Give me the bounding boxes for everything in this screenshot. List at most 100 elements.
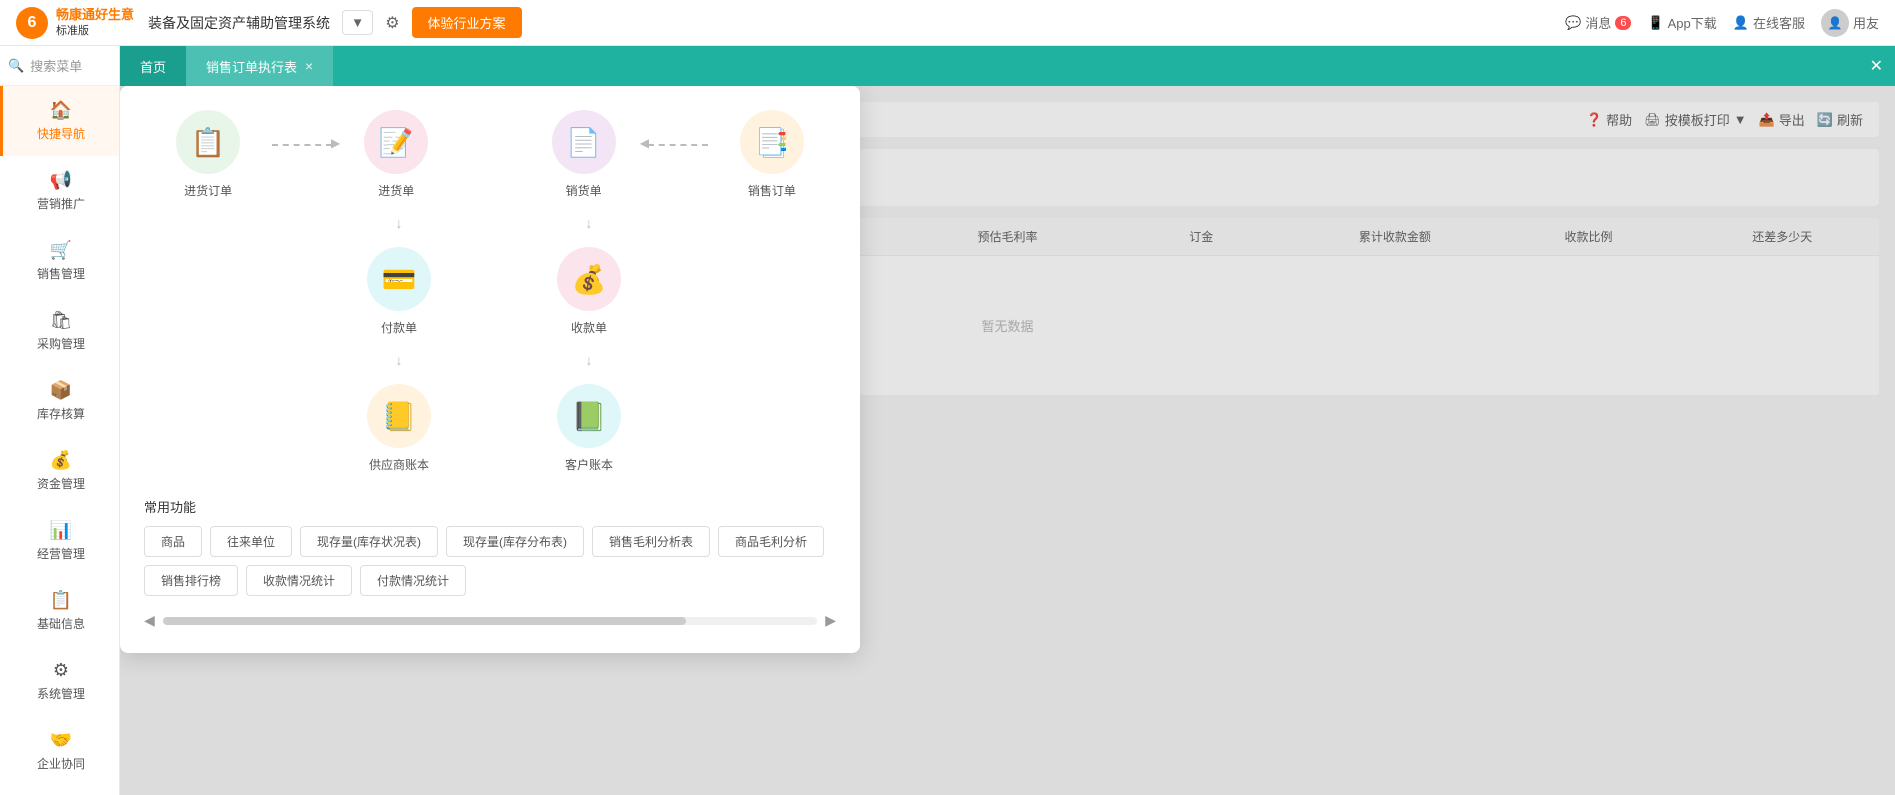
operations-icon: 📊 <box>50 520 72 541</box>
func-btn-receipt-stats[interactable]: 收款情况统计 <box>246 565 352 596</box>
flow-node-supplier-ledger[interactable]: 📒 供应商账本 <box>334 384 464 473</box>
tab-sales-order[interactable]: 销售订单执行表 × <box>186 46 333 86</box>
flow-node-receipt-bill[interactable]: 💰 收款单 <box>524 247 654 336</box>
sidebar-item-purchase[interactable]: 🛍 采购管理 <box>0 296 119 366</box>
arrow-purchase-order-to-bill <box>272 144 332 146</box>
flow-node-purchase-bill[interactable]: 📝 进货单 <box>332 110 460 199</box>
tab-close-global-icon[interactable]: ✕ <box>1870 56 1883 76</box>
system-dropdown[interactable]: ▼ <box>342 10 373 35</box>
func-btn-stock-status[interactable]: 现存量(库存状况表) <box>300 526 438 557</box>
func-btn-payment-stats[interactable]: 付款情况统计 <box>360 565 466 596</box>
tab-close-icon[interactable]: × <box>305 58 313 74</box>
func-btn-sales-rank[interactable]: 销售排行榜 <box>144 565 238 596</box>
flow-node-purchase-order[interactable]: 📋 进货订单 <box>144 110 272 199</box>
customer-ledger-icon: 📗 <box>557 384 621 448</box>
logo-icon: 6 <box>16 7 48 39</box>
home-icon: 🏠 <box>50 100 72 121</box>
purchase-bill-icon: 📝 <box>364 110 428 174</box>
func-btn-product[interactable]: 商品 <box>144 526 202 557</box>
down-arrow-receipt: ↓ <box>586 352 593 368</box>
app-download-button[interactable]: 📱 App下载 <box>1647 13 1716 32</box>
arrow-sales-order-to-bill <box>648 144 708 146</box>
message-badge: 6 <box>1615 16 1631 30</box>
tab-bar: 首页 销售订单执行表 × ✕ <box>120 46 1895 86</box>
flow-area: 📋 进货订单 📝 <box>144 110 836 473</box>
flow-node-sales-order[interactable]: 📑 销售订单 <box>708 110 836 199</box>
down-arrow-payment: ↓ <box>396 352 403 368</box>
down-arrow-sales-bill: ↓ <box>586 215 593 231</box>
service-icon: 👤 <box>1733 15 1749 31</box>
purchase-order-icon: 📋 <box>176 110 240 174</box>
sidebar-item-sys-manage[interactable]: ⚙ 系统管理 <box>0 646 119 716</box>
main-area: 🔍 搜索菜单 🏠 快捷导航 📢 营销推广 🛒 销售管理 🛍 采购管理 📦 <box>0 46 1895 795</box>
sys-manage-icon: ⚙ <box>53 660 69 681</box>
basic-info-icon: 📋 <box>50 590 72 611</box>
trial-button[interactable]: 体验行业方案 <box>412 7 522 38</box>
flow-row-2: 💳 付款单 💰 收款单 <box>144 247 836 336</box>
flow-node-payment-bill[interactable]: 💳 付款单 <box>334 247 464 336</box>
flow-node-customer-ledger[interactable]: 📗 客户账本 <box>524 384 654 473</box>
flow-row-arrows: ↓ ↓ <box>144 215 836 231</box>
top-bar: 6 畅康通好生意 标准版 装备及固定资产辅助管理系统 ▼ ⚙ 体验行业方案 💬 … <box>0 0 1895 46</box>
message-button[interactable]: 💬 消息 6 <box>1565 13 1631 32</box>
sidebar: 🔍 搜索菜单 🏠 快捷导航 📢 营销推广 🛒 销售管理 🛍 采购管理 📦 <box>0 46 120 795</box>
sidebar-item-collab[interactable]: 🤝 企业协同 <box>0 716 119 786</box>
func-buttons-row: 商品 往来单位 现存量(库存状况表) 现存量(库存分布表) 销售毛利分析表 商品… <box>144 526 836 557</box>
func-btn-partner[interactable]: 往来单位 <box>210 526 292 557</box>
down-arrow-purchase-bill: ↓ <box>396 215 403 231</box>
common-functions-section: 常用功能 商品 往来单位 现存量(库存状况表) 现存量(库存分布表) 销售毛利分… <box>144 497 836 596</box>
sidebar-item-sales[interactable]: 🛒 销售管理 <box>0 226 119 296</box>
sales-bill-icon: 📄 <box>552 110 616 174</box>
scroll-left-btn[interactable]: ◀ <box>144 612 155 629</box>
avatar: 👤 <box>1821 9 1849 37</box>
modal-overlay: 📋 进货订单 📝 <box>120 86 1895 795</box>
flow-row-3: 📒 供应商账本 📗 客户账本 <box>144 384 836 473</box>
func-btn-product-margin[interactable]: 商品毛利分析 <box>718 526 824 557</box>
content-area: 首页 销售订单执行表 × ✕ ❓ 帮助 🖨 按 <box>120 46 1895 795</box>
sales-order-icon: 📑 <box>740 110 804 174</box>
inventory-icon: 📦 <box>50 380 72 401</box>
sidebar-item-finance[interactable]: 💰 资金管理 <box>0 436 119 506</box>
sidebar-item-basic-info[interactable]: 📋 基础信息 <box>0 576 119 646</box>
top-bar-right: 💬 消息 6 📱 App下载 👤 在线客服 👤 用友 <box>1565 9 1879 37</box>
scroll-right-btn[interactable]: ▶ <box>825 612 836 629</box>
flow-row-arrows-2: ↓ ↓ <box>144 352 836 368</box>
online-service-button[interactable]: 👤 在线客服 <box>1733 13 1805 32</box>
modal-scrollbar: ◀ ▶ <box>144 612 836 629</box>
flow-node-sales-bill[interactable]: 📄 销货单 <box>520 110 648 199</box>
common-func-title: 常用功能 <box>144 497 836 516</box>
sidebar-item-quick-nav[interactable]: 🏠 快捷导航 <box>0 86 119 156</box>
sidebar-item-newbie[interactable]: 🎓 新手引导 <box>0 786 119 795</box>
system-title: 装备及固定资产辅助管理系统 <box>148 13 330 33</box>
page-content: ❓ 帮助 🖨 按模板打印 ▼ 📤 导出 🔄 刷新 <box>120 86 1895 795</box>
logo-area: 6 畅康通好生意 标准版 <box>16 7 136 39</box>
supplier-ledger-icon: 📒 <box>367 384 431 448</box>
sales-icon: 🛒 <box>50 240 72 261</box>
receipt-bill-icon: 💰 <box>557 247 621 311</box>
func-btn-sales-margin[interactable]: 销售毛利分析表 <box>592 526 710 557</box>
sidebar-search[interactable]: 🔍 搜索菜单 <box>0 46 119 86</box>
sidebar-item-operations[interactable]: 📊 经营管理 <box>0 506 119 576</box>
app-wrapper: 6 畅康通好生意 标准版 装备及固定资产辅助管理系统 ▼ ⚙ 体验行业方案 💬 … <box>0 0 1895 795</box>
collab-icon: 🤝 <box>50 730 72 751</box>
top-bar-left: 6 畅康通好生意 标准版 装备及固定资产辅助管理系统 ▼ ⚙ 体验行业方案 <box>16 7 522 39</box>
tab-home[interactable]: 首页 <box>120 46 186 86</box>
download-icon: 📱 <box>1647 15 1663 31</box>
func-buttons-row-2: 销售排行榜 收款情况统计 付款情况统计 <box>144 565 836 596</box>
user-area[interactable]: 👤 用友 <box>1821 9 1879 37</box>
settings-icon[interactable]: ⚙ <box>385 13 399 33</box>
marketing-icon: 📢 <box>50 170 72 191</box>
func-btn-stock-dist[interactable]: 现存量(库存分布表) <box>446 526 584 557</box>
scrollbar-thumb <box>163 617 687 625</box>
payment-bill-icon: 💳 <box>367 247 431 311</box>
scrollbar-track[interactable] <box>163 617 817 625</box>
sidebar-item-marketing[interactable]: 📢 营销推广 <box>0 156 119 226</box>
finance-icon: 💰 <box>50 450 72 471</box>
purchase-icon: 🛍 <box>50 310 73 331</box>
logo-text: 畅康通好生意 标准版 <box>56 7 134 38</box>
search-icon: 🔍 <box>8 58 24 74</box>
sidebar-item-inventory[interactable]: 📦 库存核算 <box>0 366 119 436</box>
flow-row-1: 📋 进货订单 📝 <box>144 110 836 199</box>
message-icon: 💬 <box>1565 15 1581 31</box>
modal-box: 📋 进货订单 📝 <box>120 86 860 653</box>
